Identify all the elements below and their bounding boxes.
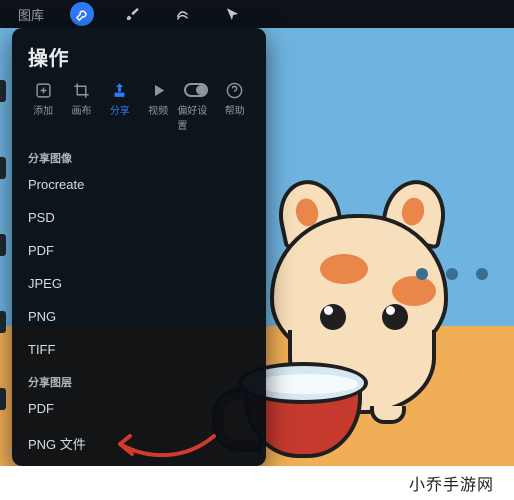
section-title: 分享图层 [12, 366, 266, 392]
export-option[interactable]: Procreate [12, 168, 266, 201]
toggle-icon [184, 81, 208, 99]
cursor-icon[interactable] [220, 2, 244, 26]
export-option[interactable]: PDF [12, 234, 266, 267]
tab-label: 添加 [33, 102, 53, 117]
tab-share[interactable]: 分享 [101, 81, 139, 132]
tab-label: 偏好设置 [177, 102, 215, 132]
tab-help[interactable]: 帮助 [216, 81, 254, 132]
top-toolbar: 图库 [0, 0, 514, 28]
export-option[interactable]: PDF [12, 392, 266, 425]
export-option[interactable]: PNG [12, 300, 266, 333]
tab-label: 帮助 [225, 102, 245, 117]
brush-icon[interactable] [120, 2, 144, 26]
watermark-bar: 小乔手游网 [0, 466, 514, 500]
tab-toggle[interactable]: 偏好设置 [177, 81, 215, 132]
play-icon [150, 81, 167, 99]
left-edge-sliders[interactable] [0, 60, 6, 430]
export-option[interactable]: JPEG [12, 267, 266, 300]
cat-drawing [270, 180, 460, 390]
export-option[interactable]: TIFF [12, 333, 266, 366]
ellipsis-dots [416, 268, 488, 280]
tab-label: 画布 [71, 102, 91, 117]
crop-icon [73, 81, 90, 99]
smudge-icon[interactable] [170, 2, 194, 26]
share-icon [111, 81, 128, 99]
tab-label: 分享 [110, 102, 130, 117]
tab-label: 视频 [148, 102, 168, 117]
watermark-text: 小乔手游网 [409, 471, 494, 495]
tab-play[interactable]: 视频 [139, 81, 177, 132]
export-option[interactable]: PNG 文件 [12, 425, 266, 462]
actions-panel: 操作 添加画布分享视频偏好设置帮助 分享图像ProcreatePSDPDFJPE… [12, 28, 266, 466]
tab-plus-box[interactable]: 添加 [24, 81, 62, 132]
panel-tabs: 添加 画布 分享 视频偏好设置帮助 [12, 79, 266, 142]
help-icon [226, 81, 243, 99]
tab-crop[interactable]: 画布 [62, 81, 100, 132]
wrench-icon[interactable] [70, 2, 94, 26]
plus-box-icon [35, 81, 52, 99]
app-window: 图库 [0, 0, 514, 466]
section-title: 分享图像 [12, 142, 266, 168]
panel-title: 操作 [12, 28, 266, 79]
export-option[interactable]: PSD [12, 201, 266, 234]
gallery-button[interactable]: 图库 [18, 5, 44, 24]
